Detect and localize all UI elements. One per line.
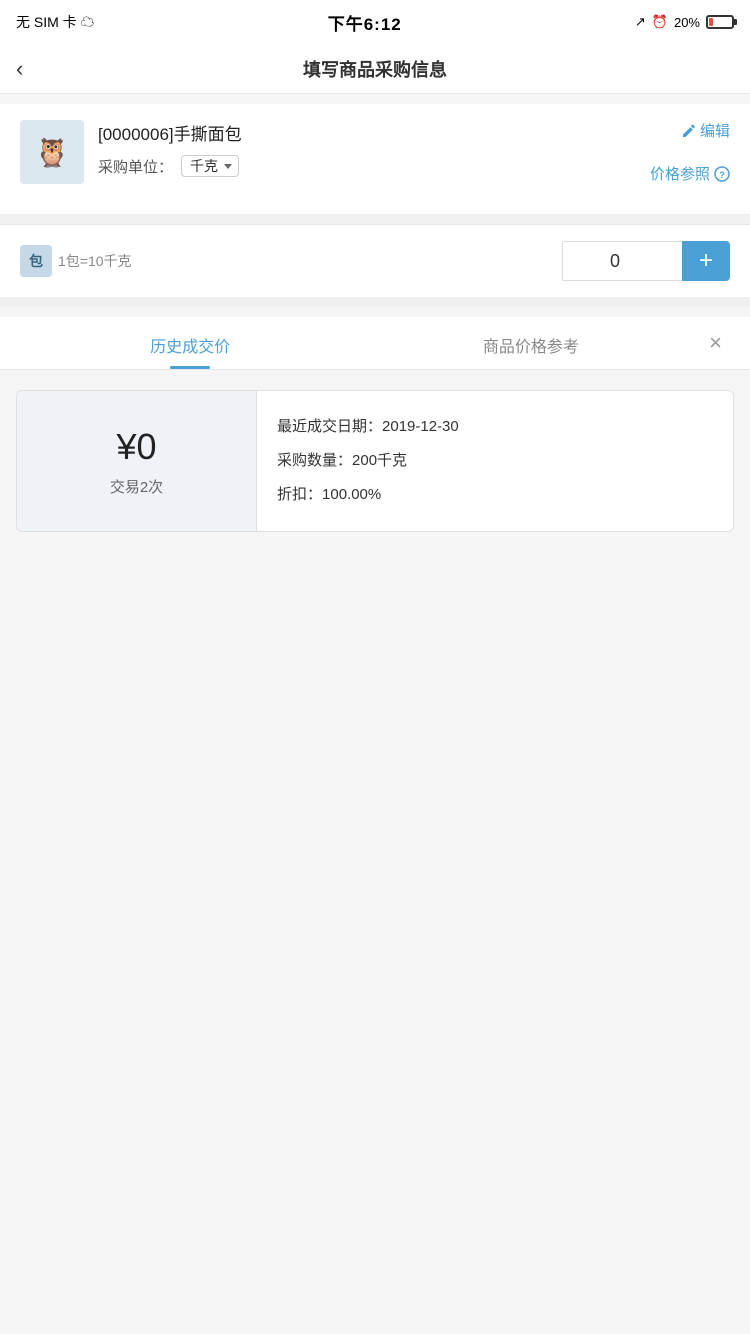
detail-date-value: 2019-12-30 [382,418,459,435]
product-left: 🦉 [0000006]手撕面包 采购单位： 千克 克 斤 [20,120,242,184]
alarm-icon: ⏰ [652,14,668,30]
edit-link[interactable]: 编辑 [682,120,730,141]
edit-label: 编辑 [700,120,730,141]
detail-qty-prefix: 采购数量： [277,452,352,469]
detail-date-prefix: 最近成交日期： [277,418,382,435]
location-icon: ↗ [635,14,646,30]
quantity-left: 包 1包=10千克 [20,245,132,277]
product-name: [0000006]手撕面包 [98,120,242,145]
product-thumbnail: 🦉 [20,120,84,184]
section-divider-1 [0,214,750,224]
transaction-left: ¥0 交易2次 [17,391,257,531]
nav-bar: ‹ 填写商品采购信息 [0,44,750,94]
product-card: 🦉 [0000006]手撕面包 采购单位： 千克 克 斤 编 [0,104,750,214]
product-info: [0000006]手撕面包 采购单位： 千克 克 斤 [98,120,242,177]
quantity-right: + [562,241,730,281]
content-area: ¥0 交易2次 最近成交日期：2019-12-30 采购数量：200千克 折扣：… [0,370,750,970]
detail-discount-prefix: 折扣： [277,486,322,503]
tabs-header: 历史成交价 商品价格参考 × [0,317,750,369]
no-sim-label: 无 SIM 卡 ☁ [16,12,95,32]
transaction-card: ¥0 交易2次 最近成交日期：2019-12-30 采购数量：200千克 折扣：… [16,390,734,532]
unit-desc: 1包=10千克 [58,251,132,271]
quantity-input[interactable] [562,241,682,281]
edit-icon [682,124,696,138]
transaction-detail-qty: 采购数量：200千克 [277,449,713,473]
svg-text:?: ? [719,170,725,180]
section-divider-2 [0,297,750,307]
status-left: 无 SIM 卡 ☁ [16,12,95,32]
product-header: 🦉 [0000006]手撕面包 采购单位： 千克 克 斤 编 [20,120,730,184]
status-bar: 无 SIM 卡 ☁ 下午6:12 ↗ ⏰ 20% [0,0,750,44]
tab-history-price[interactable]: 历史成交价 [20,317,361,369]
unit-badge: 包 [20,245,52,277]
transaction-right: 最近成交日期：2019-12-30 采购数量：200千克 折扣：100.00% [257,391,733,531]
unit-row: 采购单位： 千克 克 斤 [98,155,242,177]
help-icon: ? [714,166,730,182]
battery-percent: 20% [674,15,700,30]
detail-qty-value: 200千克 [352,452,407,469]
quantity-section: 包 1包=10千克 + [0,224,750,297]
product-owl-icon: 🦉 [35,136,70,169]
transaction-detail-discount: 折扣：100.00% [277,483,713,507]
price-ref-label: 价格参照 [650,163,710,184]
battery-icon [706,15,734,29]
transaction-count: 交易2次 [110,476,163,497]
price-ref-link[interactable]: 价格参照 ? [650,163,730,184]
unit-select[interactable]: 千克 克 斤 [181,155,239,177]
tab-product-price-ref[interactable]: 商品价格参考 [361,317,702,369]
status-right: ↗ ⏰ 20% [635,14,734,30]
unit-label: 采购单位： [98,156,173,177]
back-button[interactable]: ‹ [16,48,35,90]
transaction-detail-date: 最近成交日期：2019-12-30 [277,415,713,439]
quantity-plus-button[interactable]: + [682,241,730,281]
transaction-price: ¥0 [116,426,156,468]
page-title: 填写商品采购信息 [303,56,447,82]
tabs-section: 历史成交价 商品价格参考 × [0,317,750,370]
tab-close-button[interactable]: × [701,324,730,362]
status-time: 下午6:12 [328,10,402,35]
detail-discount-value: 100.00% [322,486,381,503]
